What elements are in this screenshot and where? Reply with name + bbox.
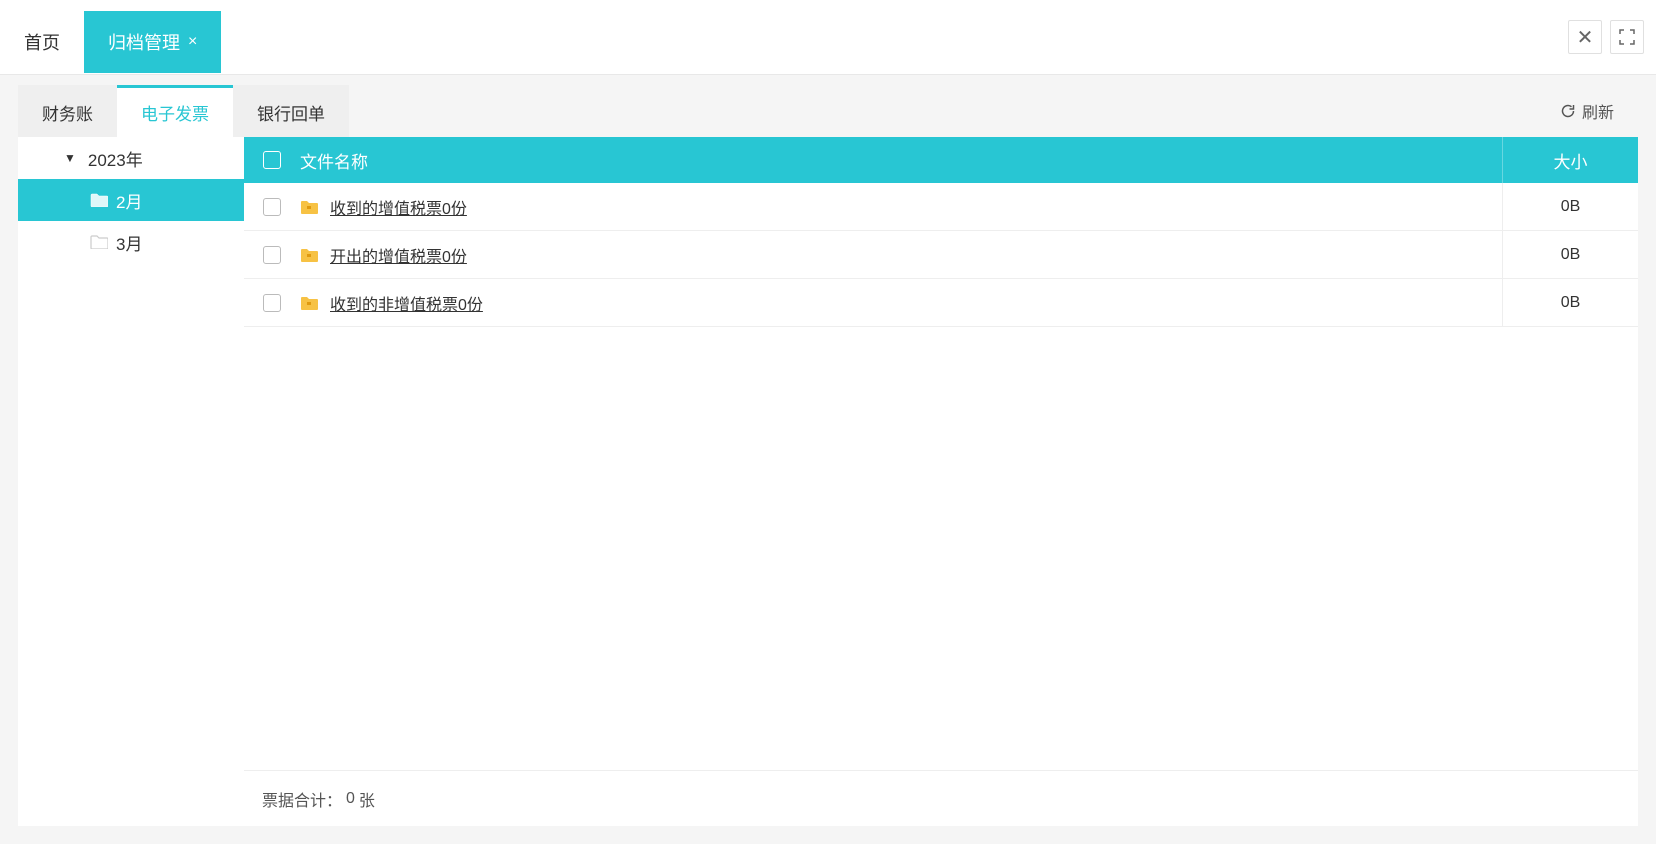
row-name-link[interactable]: 收到的增值税票0份 xyxy=(330,195,467,219)
table-row: 开出的增值税票0份 0B xyxy=(244,231,1638,279)
table-footer: 票据合计： 0 张 xyxy=(244,770,1638,826)
tab-archive[interactable]: 归档管理 × xyxy=(84,11,221,73)
table-row: 收到的非增值税票0份 0B xyxy=(244,279,1638,327)
tab-finance-label: 财务账 xyxy=(42,100,93,125)
row-checkbox[interactable] xyxy=(263,246,281,264)
tree-month-2[interactable]: 2月 xyxy=(18,179,244,221)
row-size: 0B xyxy=(1502,231,1638,278)
folder-icon xyxy=(300,248,318,262)
tree-year-label: 2023年 xyxy=(88,146,143,171)
tree-year-2023[interactable]: ▼ 2023年 xyxy=(18,137,244,179)
row-checkbox[interactable] xyxy=(263,198,281,216)
tab-archive-label: 归档管理 xyxy=(108,29,180,55)
tab-bank-label: 银行回单 xyxy=(257,100,325,125)
table-header: 文件名称 大小 xyxy=(244,137,1638,183)
select-all-checkbox[interactable] xyxy=(263,151,281,169)
folder-icon xyxy=(90,193,108,207)
row-size: 0B xyxy=(1502,183,1638,230)
tab-bank[interactable]: 银行回单 xyxy=(233,85,349,137)
tab-einvoice-label: 电子发票 xyxy=(141,100,209,125)
fullscreen-button[interactable] xyxy=(1610,20,1644,54)
tab-einvoice[interactable]: 电子发票 xyxy=(117,85,233,137)
tab-home[interactable]: 首页 xyxy=(0,11,84,73)
table-row: 收到的增值税票0份 0B xyxy=(244,183,1638,231)
table-area: 文件名称 大小 xyxy=(244,137,1638,826)
footer-count: 0 xyxy=(346,790,355,808)
content-box: 财务账 电子发票 银行回单 刷新 xyxy=(18,85,1638,826)
folder-icon xyxy=(300,200,318,214)
row-checkbox[interactable] xyxy=(263,294,281,312)
tab-home-label: 首页 xyxy=(24,29,60,55)
close-icon[interactable]: × xyxy=(188,33,197,51)
top-actions: ✕ xyxy=(1568,20,1656,54)
x-icon: ✕ xyxy=(1577,25,1594,50)
sub-tabs-row: 财务账 电子发票 银行回单 刷新 xyxy=(18,85,1638,137)
tree-month-2-label: 2月 xyxy=(116,188,142,213)
header-size: 大小 xyxy=(1502,137,1638,183)
top-tabs-bar: 首页 归档管理 × ✕ xyxy=(0,0,1656,75)
row-name-link[interactable]: 收到的非增值税票0份 xyxy=(330,291,483,315)
row-name-link[interactable]: 开出的增值税票0份 xyxy=(330,243,467,267)
tab-finance[interactable]: 财务账 xyxy=(18,85,117,137)
refresh-button[interactable]: 刷新 xyxy=(1560,99,1638,123)
chevron-down-icon: ▼ xyxy=(64,151,76,165)
refresh-label: 刷新 xyxy=(1582,99,1614,123)
folder-outline-icon xyxy=(90,235,108,249)
footer-unit: 张 xyxy=(359,787,375,811)
expand-icon xyxy=(1619,29,1635,45)
tree-month-3[interactable]: 3月 xyxy=(18,221,244,263)
tree-month-3-label: 3月 xyxy=(116,230,142,255)
table-body: 收到的增值税票0份 0B xyxy=(244,183,1638,770)
sidebar-tree: ▼ 2023年 2月 3月 xyxy=(18,137,244,826)
close-panel-button[interactable]: ✕ xyxy=(1568,20,1602,54)
header-name: 文件名称 xyxy=(300,148,1502,173)
folder-icon xyxy=(300,296,318,310)
refresh-icon xyxy=(1560,103,1576,119)
row-size: 0B xyxy=(1502,279,1638,326)
footer-label: 票据合计： xyxy=(262,787,342,811)
